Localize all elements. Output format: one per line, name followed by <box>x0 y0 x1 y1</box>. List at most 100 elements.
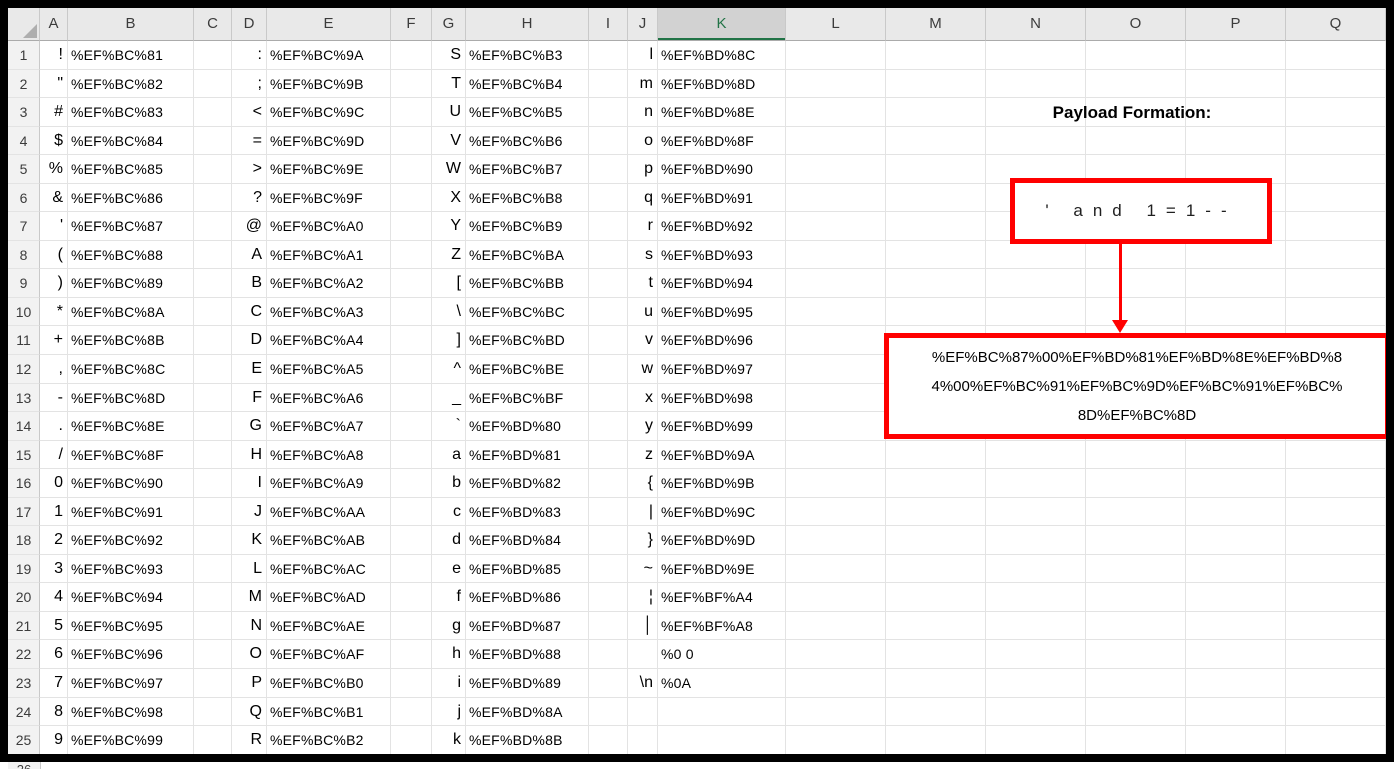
cell-P16[interactable] <box>1186 469 1286 498</box>
cell-C10[interactable] <box>194 297 232 327</box>
row-header-17[interactable]: 17 <box>8 497 40 527</box>
cell-M16[interactable] <box>886 469 986 498</box>
cell-O9[interactable] <box>1086 269 1186 298</box>
cell-C8[interactable] <box>194 240 232 270</box>
cell-H12[interactable]: %EF%BC%BE <box>466 355 589 384</box>
cell-Q17[interactable] <box>1286 497 1386 527</box>
cell-K18[interactable]: %EF%BD%9D <box>658 526 786 555</box>
cell-F2[interactable] <box>391 69 432 99</box>
cell-L8[interactable] <box>786 240 886 270</box>
cell-Q8[interactable] <box>1286 240 1386 270</box>
cell-Q5[interactable] <box>1286 155 1386 184</box>
cell-L19[interactable] <box>786 554 886 584</box>
cell-F6[interactable] <box>391 183 432 213</box>
cell-L4[interactable] <box>786 126 886 156</box>
cell-H3[interactable]: %EF%BC%B5 <box>466 98 589 127</box>
cell-A15[interactable]: / <box>40 440 68 470</box>
column-header-F[interactable]: F <box>391 8 432 41</box>
cell-E1[interactable]: %EF%BC%9A <box>267 41 391 70</box>
cell-A7[interactable]: ' <box>40 212 68 241</box>
column-header-H[interactable]: H <box>466 8 589 41</box>
cell-A3[interactable]: # <box>40 98 68 127</box>
row-header-20[interactable]: 20 <box>8 583 40 612</box>
cell-I5[interactable] <box>589 155 628 184</box>
row-header-23[interactable]: 23 <box>8 669 40 698</box>
cell-Q2[interactable] <box>1286 69 1386 99</box>
cell-P17[interactable] <box>1186 497 1286 527</box>
cell-E25[interactable]: %EF%BC%B2 <box>267 726 391 754</box>
cell-F17[interactable] <box>391 497 432 527</box>
cell-N18[interactable] <box>986 526 1086 555</box>
cell-O15[interactable] <box>1086 440 1186 470</box>
cell-K7[interactable]: %EF%BD%92 <box>658 212 786 241</box>
column-header-O[interactable]: O <box>1086 8 1186 41</box>
cell-L24[interactable] <box>786 697 886 727</box>
cell-D1[interactable]: : <box>232 41 267 70</box>
cell-D9[interactable]: B <box>232 269 267 298</box>
cell-N21[interactable] <box>986 611 1086 641</box>
cell-E17[interactable]: %EF%BC%AA <box>267 497 391 527</box>
cell-J11[interactable]: v <box>628 326 658 356</box>
cell-F12[interactable] <box>391 355 432 384</box>
cell-D7[interactable]: @ <box>232 212 267 241</box>
cell-F11[interactable] <box>391 326 432 356</box>
row-header-21[interactable]: 21 <box>8 611 40 641</box>
cell-C4[interactable] <box>194 126 232 156</box>
cell-L7[interactable] <box>786 212 886 241</box>
cell-A10[interactable]: * <box>40 297 68 327</box>
cell-B21[interactable]: %EF%BC%95 <box>68 611 194 641</box>
cell-B15[interactable]: %EF%BC%8F <box>68 440 194 470</box>
cell-H10[interactable]: %EF%BC%BC <box>466 297 589 327</box>
cell-B20[interactable]: %EF%BC%94 <box>68 583 194 612</box>
cell-G24[interactable]: j <box>432 697 466 727</box>
cell-O22[interactable] <box>1086 640 1186 670</box>
cell-O1[interactable] <box>1086 41 1186 70</box>
cell-I18[interactable] <box>589 526 628 555</box>
cell-J23[interactable]: \n <box>628 669 658 698</box>
cell-F7[interactable] <box>391 212 432 241</box>
cell-B2[interactable]: %EF%BC%82 <box>68 69 194 99</box>
cell-N5[interactable] <box>986 155 1086 184</box>
cell-L3[interactable] <box>786 98 886 127</box>
cell-O13[interactable] <box>1086 383 1186 413</box>
cell-H8[interactable]: %EF%BC%BA <box>466 240 589 270</box>
cell-B23[interactable]: %EF%BC%97 <box>68 669 194 698</box>
cell-A16[interactable]: 0 <box>40 469 68 498</box>
cell-C24[interactable] <box>194 697 232 727</box>
cell-L18[interactable] <box>786 526 886 555</box>
cell-K22[interactable]: %0 0 <box>658 640 786 670</box>
cell-P6[interactable] <box>1186 183 1286 213</box>
cell-D6[interactable]: ? <box>232 183 267 213</box>
cell-P22[interactable] <box>1186 640 1286 670</box>
cell-B4[interactable]: %EF%BC%84 <box>68 126 194 156</box>
row-header-1[interactable]: 1 <box>8 41 40 70</box>
cell-B14[interactable]: %EF%BC%8E <box>68 412 194 441</box>
cell-J16[interactable]: { <box>628 469 658 498</box>
cell-E23[interactable]: %EF%BC%B0 <box>267 669 391 698</box>
column-header-P[interactable]: P <box>1186 8 1286 41</box>
cell-M17[interactable] <box>886 497 986 527</box>
cell-F16[interactable] <box>391 469 432 498</box>
cell-B24[interactable]: %EF%BC%98 <box>68 697 194 727</box>
cell-H18[interactable]: %EF%BD%84 <box>466 526 589 555</box>
cell-Q24[interactable] <box>1286 697 1386 727</box>
cell-I13[interactable] <box>589 383 628 413</box>
cell-M10[interactable] <box>886 297 986 327</box>
cell-J1[interactable]: l <box>628 41 658 70</box>
cell-N14[interactable] <box>986 412 1086 441</box>
cell-I8[interactable] <box>589 240 628 270</box>
cell-J12[interactable]: w <box>628 355 658 384</box>
cell-P7[interactable] <box>1186 212 1286 241</box>
cell-J9[interactable]: t <box>628 269 658 298</box>
cell-K19[interactable]: %EF%BD%9E <box>658 554 786 584</box>
cell-M13[interactable] <box>886 383 986 413</box>
cell-B12[interactable]: %EF%BC%8C <box>68 355 194 384</box>
cell-D25[interactable]: R <box>232 726 267 754</box>
cell-L11[interactable] <box>786 326 886 356</box>
cell-M22[interactable] <box>886 640 986 670</box>
cell-G1[interactable]: S <box>432 41 466 70</box>
cell-H9[interactable]: %EF%BC%BB <box>466 269 589 298</box>
cell-F20[interactable] <box>391 583 432 612</box>
cell-I22[interactable] <box>589 640 628 670</box>
row-header-19[interactable]: 19 <box>8 554 40 584</box>
